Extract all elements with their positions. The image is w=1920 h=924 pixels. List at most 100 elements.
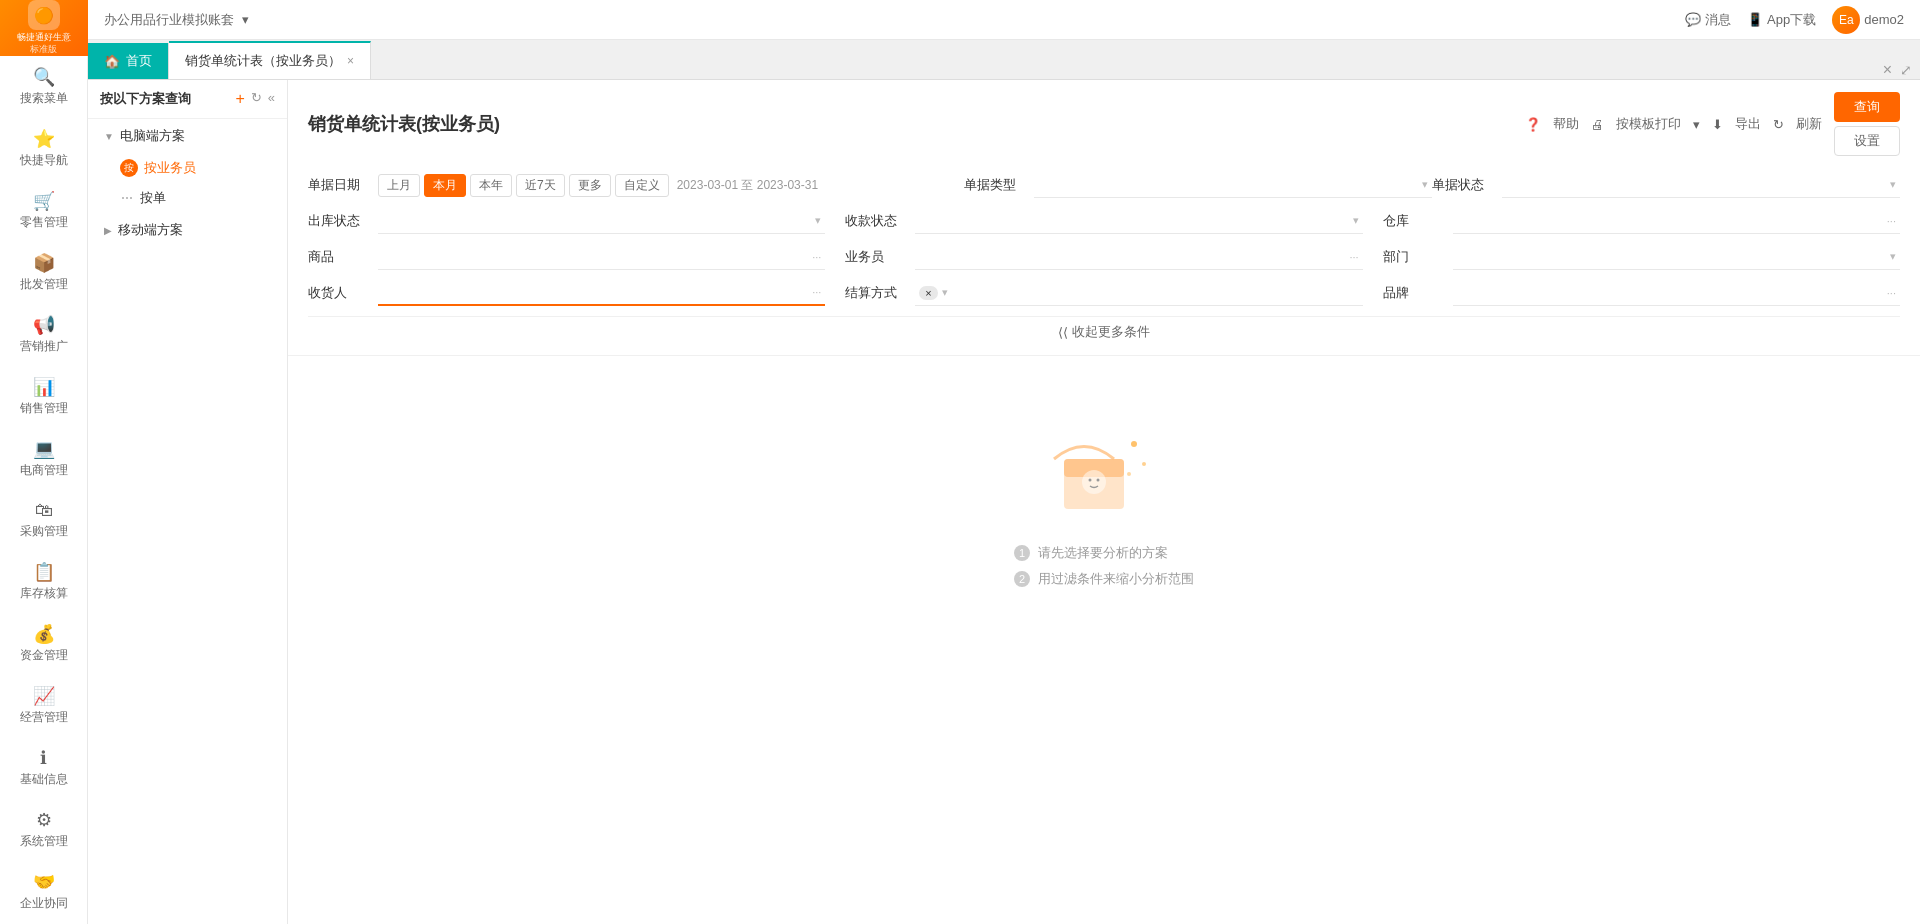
header-breadcrumb: 办公用品行业模拟账套 ▾ [104,11,249,29]
section-pc-label: 电脑端方案 [120,127,185,145]
sidebar-item-10[interactable]: 📈经营管理 [0,675,88,737]
messages-btn[interactable]: 💬 消息 [1685,11,1731,29]
bill-type-control[interactable]: ▾ [1034,172,1432,198]
window-maximize-btn[interactable]: ⤢ [1900,62,1912,78]
app-download-label: App下载 [1767,11,1816,29]
collapse-panel-icon[interactable]: « [268,90,275,108]
collapse-icon: ⟨⟨ [1058,325,1068,340]
help-icon: ❓ [1525,117,1541,132]
date-btn-last-month[interactable]: 上月 [378,174,420,197]
refresh-btn[interactable]: ↻ 刷新 [1773,115,1822,133]
query-btn[interactable]: 查询 [1834,92,1900,122]
plan-item-bill[interactable]: ⋯ 按单 [88,183,287,213]
hint-num-1: 1 [1014,545,1030,561]
collapse-btn[interactable]: ⟨⟨ 收起更多条件 [308,316,1900,347]
settle-method-clear[interactable]: × [919,286,937,300]
help-btn[interactable]: ❓ 帮助 [1525,115,1579,133]
add-plan-btn[interactable]: + [235,90,244,108]
department-control[interactable]: ▾ [1453,244,1900,270]
date-filter-group: 单据日期 上月 本月 本年 近7天 更多 自定义 2023-03-01 至 20… [308,174,964,197]
goods-more-icon: ··· [812,251,821,263]
plan-salesman-label: 按业务员 [144,159,196,177]
refresh-plan-icon[interactable]: ↻ [251,90,262,108]
sidebar-item-7[interactable]: 🛍采购管理 [0,490,88,551]
brand-label: 品牌 [1383,284,1453,302]
out-status-control[interactable]: ▾ [378,208,825,234]
salesman-control[interactable]: ··· [915,244,1362,270]
date-btn-this-year[interactable]: 本年 [470,174,512,197]
salesman-group: 业务员 ··· [825,244,1382,270]
left-panel-actions: + ↻ « [235,90,275,108]
sidebar-item-0[interactable]: 🔍搜索菜单 [0,56,88,118]
print-arrow-icon: ▾ [1693,117,1700,132]
receipt-status-control[interactable]: ▾ [915,208,1362,234]
page-content: 按以下方案查询 + ↻ « ▼ 电脑端方案 按 按业务员 ⋯ 按单 [88,80,1920,924]
export-label: 导出 [1735,115,1761,133]
hint-num-2: 2 [1014,571,1030,587]
goods-control[interactable]: ··· [378,244,825,270]
sidebar-item-12[interactable]: ⚙系统管理 [0,799,88,861]
sidebar-item-2[interactable]: 🛒零售管理 [0,180,88,242]
sidebar-item-11[interactable]: ℹ基础信息 [0,737,88,799]
out-status-label: 出库状态 [308,212,378,230]
bill-type-label: 单据类型 [964,176,1034,194]
date-range-text: 2023-03-01 至 2023-03-31 [677,177,818,194]
sidebar: 🟠 畅捷通好生意 标准版 🔍搜索菜单⭐快捷导航🛒零售管理📦批发管理📢营销推广📊销… [0,0,88,924]
warehouse-control[interactable]: ··· [1453,208,1900,234]
date-btn-7days[interactable]: 近7天 [516,174,565,197]
print-icon: 🖨 [1591,117,1604,132]
page-title: 销货单统计表(按业务员) [308,112,500,136]
sidebar-item-13[interactable]: 🤝企业协同 [0,861,88,923]
industry-label: 办公用品行业模拟账套 [104,11,234,29]
tab-home[interactable]: 🏠 首页 [88,43,169,79]
department-label: 部门 [1383,248,1453,266]
brand-control[interactable]: ··· [1453,280,1900,306]
sidebar-item-1[interactable]: ⭐快捷导航 [0,118,88,180]
sidebar-item-3[interactable]: 📦批发管理 [0,242,88,304]
left-panel-title: 按以下方案查询 [100,90,191,108]
out-status-arrow: ▾ [815,214,821,227]
tab-active-label: 销货单统计表（按业务员） [185,52,341,70]
setting-btn[interactable]: 设置 [1834,126,1900,156]
main-area: 办公用品行业模拟账套 ▾ 💬 消息 📱 App下载 Ea demo2 🏠 首页 [88,0,1920,924]
date-btn-custom[interactable]: 自定义 [615,174,669,197]
window-close-btn[interactable]: × [1883,61,1892,79]
home-icon: 🏠 [104,54,120,69]
avatar-initials: Ea [1839,13,1854,27]
date-quick-btns: 上月 本月 本年 近7天 更多 自定义 [378,174,669,197]
section-mobile[interactable]: ▶ 移动端方案 [88,213,287,247]
receiver-control[interactable]: ··· [378,280,825,306]
hint-item-1: 1 请先选择要分析的方案 [1014,544,1194,562]
sidebar-item-5[interactable]: 📊销售管理 [0,366,88,428]
tab-close-btn[interactable]: × [347,54,354,68]
export-btn[interactable]: ⬇ 导出 [1712,115,1761,133]
collapse-label: 收起更多条件 [1072,323,1150,341]
hint-item-2: 2 用过滤条件来缩小分析范围 [1014,570,1194,588]
sidebar-item-4[interactable]: 📢营销推广 [0,304,88,366]
template-print-btn[interactable]: 🖨 按模板打印 ▾ [1591,115,1700,133]
settle-method-control[interactable]: × ▾ [915,280,1362,306]
page-title-bar: 销货单统计表(按业务员) ❓ 帮助 🖨 按模板打印 ▾ ⬇ 导出 [288,80,1920,164]
date-btn-more[interactable]: 更多 [569,174,611,197]
top-header: 办公用品行业模拟账套 ▾ 💬 消息 📱 App下载 Ea demo2 [88,0,1920,40]
bill-status-control[interactable]: ▾ [1502,172,1900,198]
date-btn-this-month[interactable]: 本月 [424,174,466,197]
message-icon: 💬 [1685,12,1701,27]
hint-text-1: 请先选择要分析的方案 [1038,544,1168,562]
section-pc[interactable]: ▼ 电脑端方案 [88,119,287,153]
sidebar-item-9[interactable]: 💰资金管理 [0,613,88,675]
app-download-btn[interactable]: 📱 App下载 [1747,11,1816,29]
header-actions: 💬 消息 📱 App下载 Ea demo2 [1685,6,1904,34]
out-status-group: 出库状态 ▾ [308,208,825,234]
left-panel: 按以下方案查询 + ↻ « ▼ 电脑端方案 按 按业务员 ⋯ 按单 [88,80,288,924]
settle-method-label: 结算方式 [845,284,915,302]
receiver-group: 收货人 ··· [308,280,825,306]
sidebar-item-6[interactable]: 💻电商管理 [0,428,88,490]
tab-window-controls: × ⤢ [371,61,1920,79]
plan-item-salesman[interactable]: 按 按业务员 [88,153,287,183]
date-label: 单据日期 [308,176,378,194]
app-logo[interactable]: 🟠 畅捷通好生意 标准版 [0,0,88,56]
tab-active[interactable]: 销货单统计表（按业务员） × [169,41,371,79]
user-menu[interactable]: Ea demo2 [1832,6,1904,34]
sidebar-item-8[interactable]: 📋库存核算 [0,551,88,613]
